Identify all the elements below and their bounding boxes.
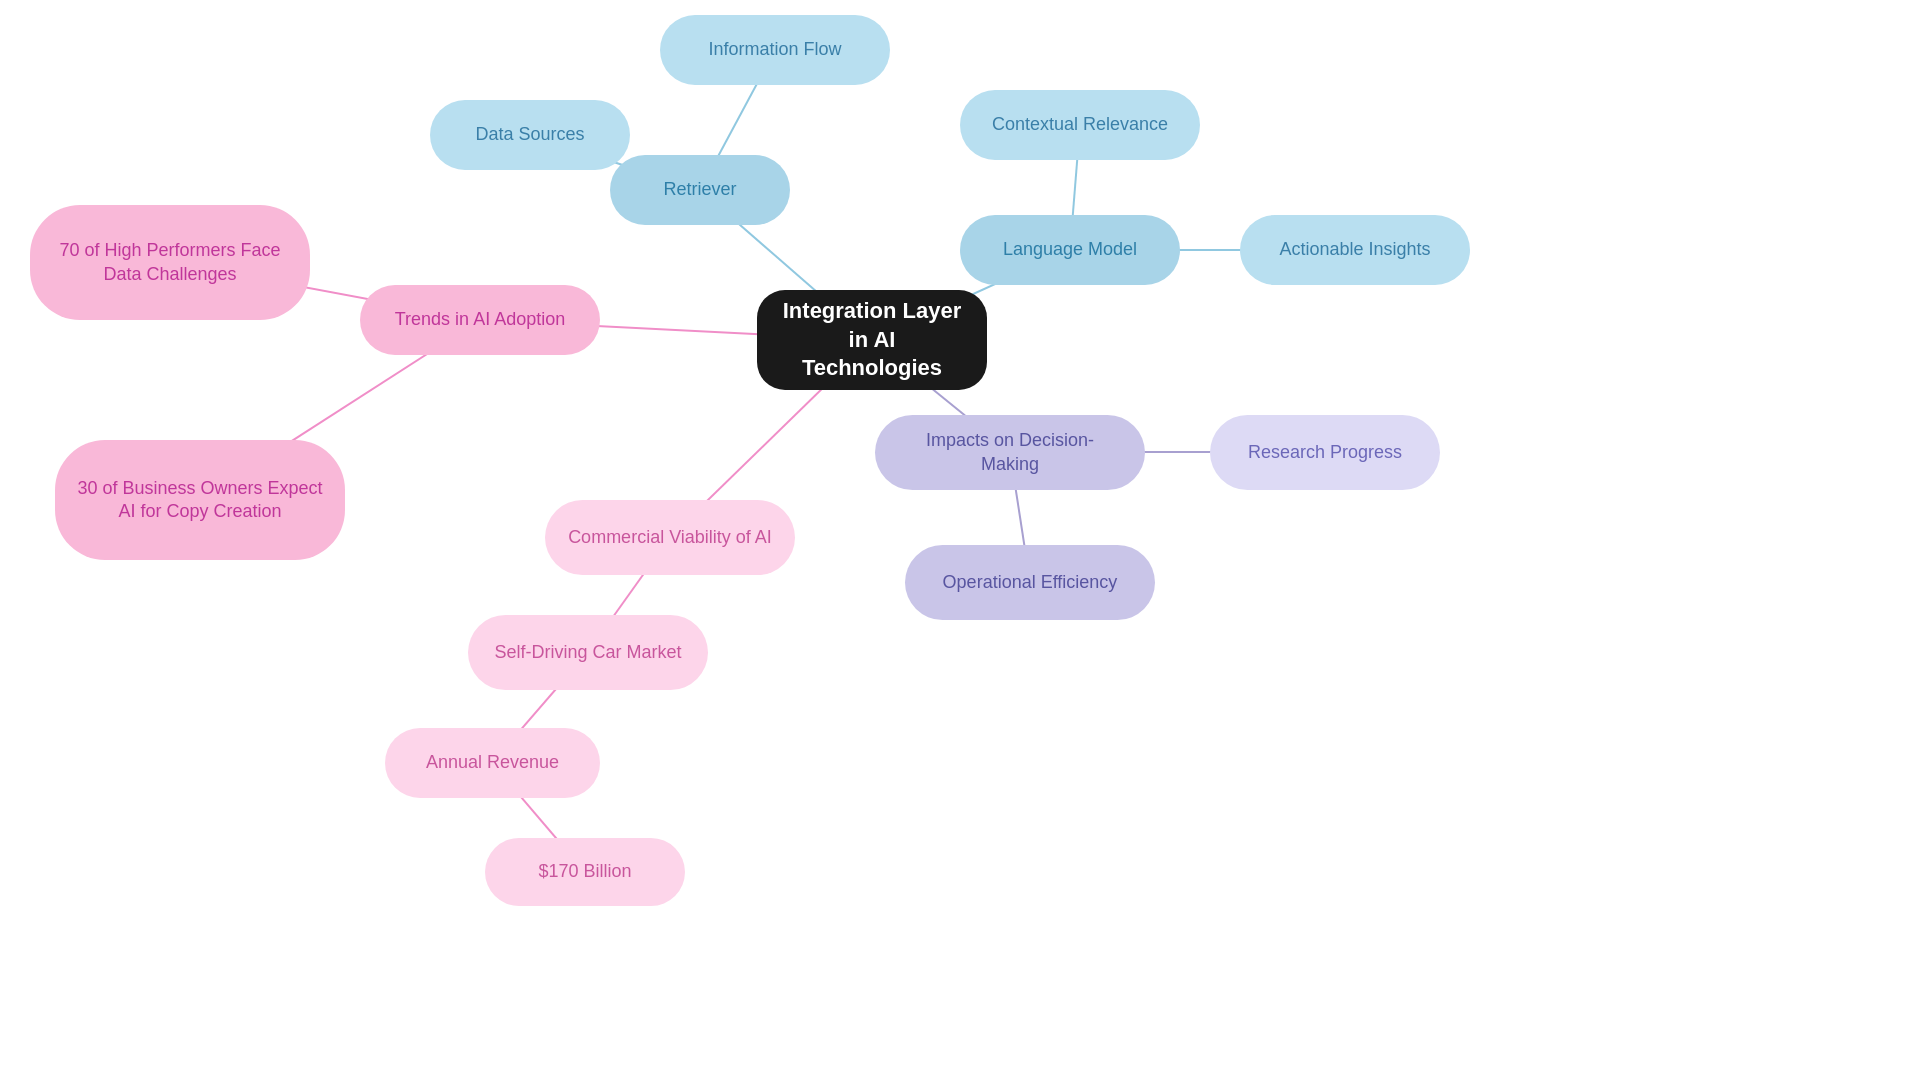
billion-node[interactable]: $170 Billion: [485, 838, 685, 906]
actionable-insights-label: Actionable Insights: [1279, 238, 1430, 261]
language-model-node[interactable]: Language Model: [960, 215, 1180, 285]
center-node[interactable]: Integration Layer in AI Technologies: [757, 290, 987, 390]
trends-ai-node[interactable]: Trends in AI Adoption: [360, 285, 600, 355]
information-flow-node[interactable]: Information Flow: [660, 15, 890, 85]
actionable-insights-node[interactable]: Actionable Insights: [1240, 215, 1470, 285]
business-owners-label: 30 of Business Owners Expect AI for Copy…: [77, 477, 323, 524]
trends-ai-label: Trends in AI Adoption: [395, 308, 565, 331]
research-progress-label: Research Progress: [1248, 441, 1402, 464]
retriever-label: Retriever: [663, 178, 736, 201]
self-driving-node[interactable]: Self-Driving Car Market: [468, 615, 708, 690]
high-performers-label: 70 of High Performers Face Data Challeng…: [52, 239, 288, 286]
high-performers-node[interactable]: 70 of High Performers Face Data Challeng…: [30, 205, 310, 320]
information-flow-label: Information Flow: [708, 38, 841, 61]
billion-label: $170 Billion: [538, 860, 631, 883]
research-progress-node[interactable]: Research Progress: [1210, 415, 1440, 490]
data-sources-label: Data Sources: [475, 123, 584, 146]
operational-efficiency-label: Operational Efficiency: [943, 571, 1118, 594]
center-label: Integration Layer in AI Technologies: [779, 297, 965, 383]
operational-efficiency-node[interactable]: Operational Efficiency: [905, 545, 1155, 620]
impacts-decision-node[interactable]: Impacts on Decision-Making: [875, 415, 1145, 490]
impacts-decision-label: Impacts on Decision-Making: [897, 429, 1123, 476]
commercial-viability-node[interactable]: Commercial Viability of AI: [545, 500, 795, 575]
business-owners-node[interactable]: 30 of Business Owners Expect AI for Copy…: [55, 440, 345, 560]
data-sources-node[interactable]: Data Sources: [430, 100, 630, 170]
annual-revenue-node[interactable]: Annual Revenue: [385, 728, 600, 798]
retriever-node[interactable]: Retriever: [610, 155, 790, 225]
contextual-relevance-node[interactable]: Contextual Relevance: [960, 90, 1200, 160]
self-driving-label: Self-Driving Car Market: [494, 641, 681, 664]
commercial-viability-label: Commercial Viability of AI: [568, 526, 772, 549]
contextual-relevance-label: Contextual Relevance: [992, 113, 1168, 136]
language-model-label: Language Model: [1003, 238, 1137, 261]
annual-revenue-label: Annual Revenue: [426, 751, 559, 774]
